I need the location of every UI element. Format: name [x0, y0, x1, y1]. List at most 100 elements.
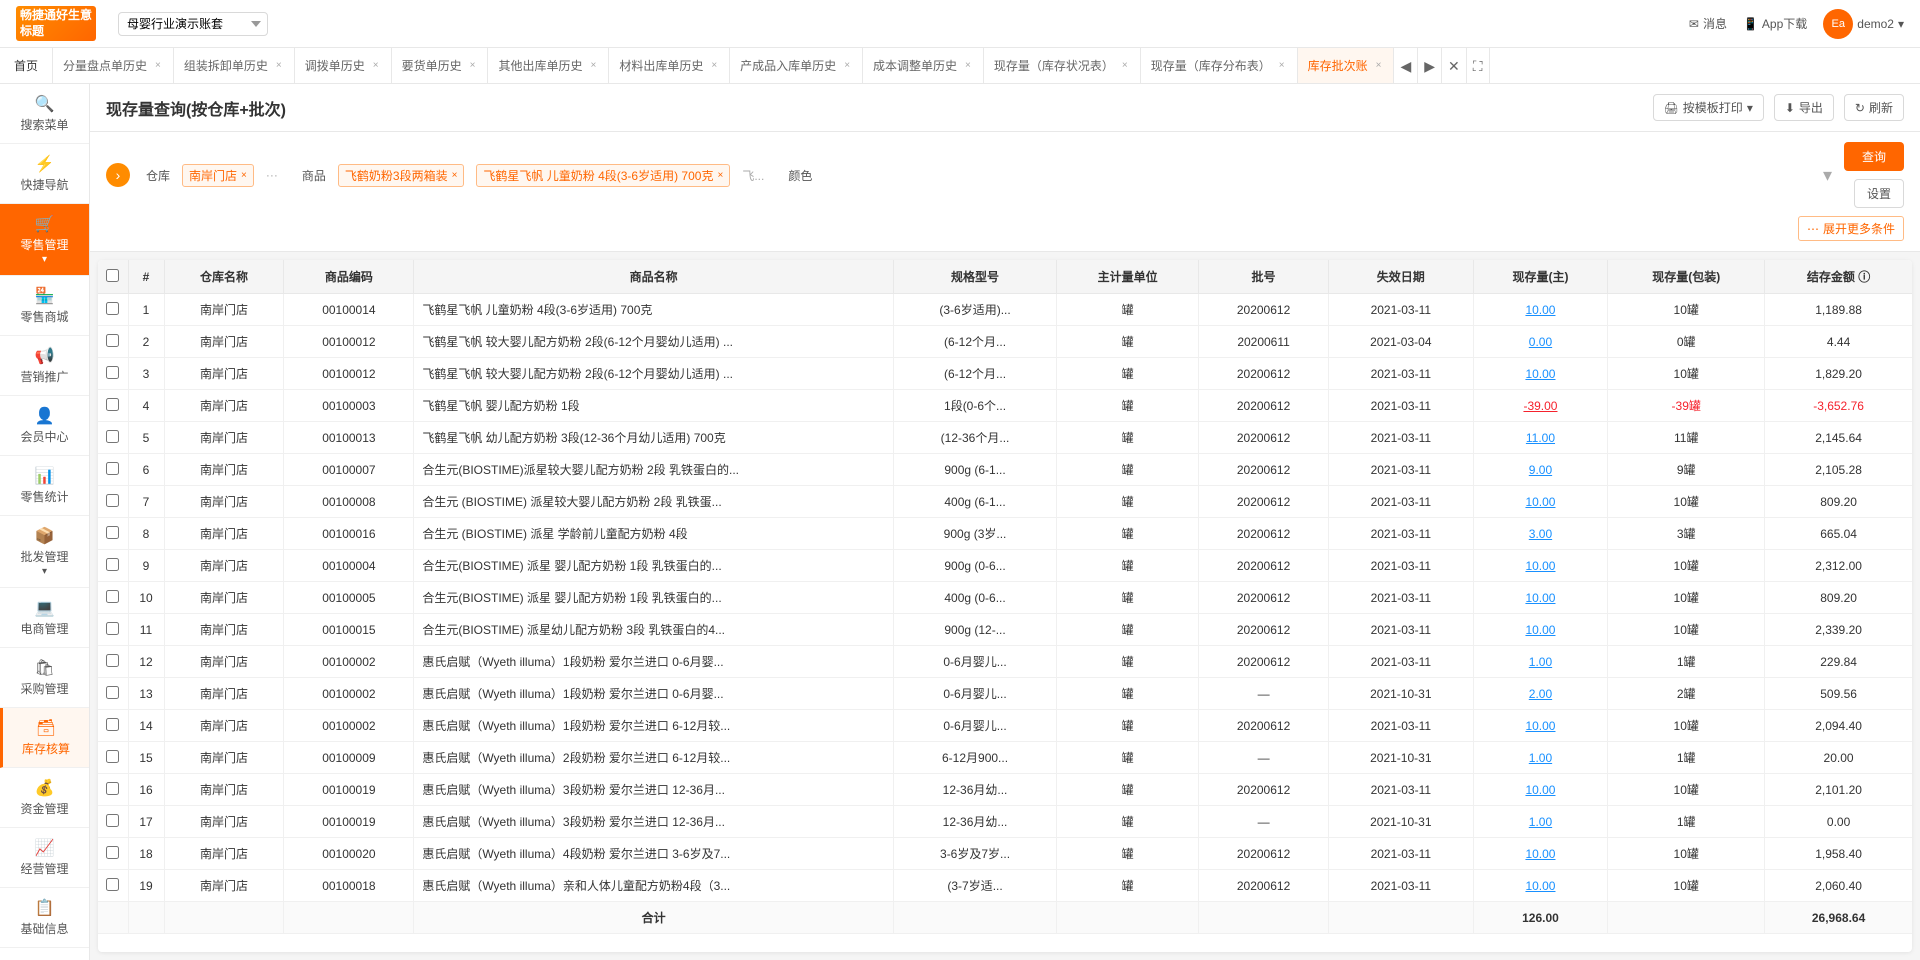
- row-checkbox-7[interactable]: [106, 526, 119, 539]
- row-checkbox-1[interactable]: [106, 334, 119, 347]
- tab-xczl-kczt[interactable]: 现存量（库存状况表） ×: [984, 48, 1141, 84]
- row-checkbox-12[interactable]: [106, 686, 119, 699]
- tab-xczl-kcfb[interactable]: 现存量（库存分布表） ×: [1141, 48, 1298, 84]
- sidebar-item-search[interactable]: 🔍 搜索菜单: [0, 84, 89, 144]
- sidebar-item-retail-mgmt[interactable]: 🛒 零售管理 ▾: [0, 204, 89, 276]
- product-filter-tag-2[interactable]: 飞鹤星飞帆 儿童奶粉 4段(3-6岁适用) 700克 ×: [476, 164, 730, 187]
- tab-qtck[interactable]: 其他出库单历史 ×: [488, 48, 609, 84]
- row-checkbox-17[interactable]: [106, 846, 119, 859]
- sidebar-item-ops[interactable]: 📈 经营管理: [0, 828, 89, 888]
- close-tab-yaohuo[interactable]: ×: [468, 48, 478, 84]
- row-qty[interactable]: 10.00: [1473, 710, 1608, 742]
- export-btn[interactable]: ⬇ 导出: [1774, 94, 1834, 121]
- row-qty[interactable]: 1.00: [1473, 742, 1608, 774]
- expand-conditions-btn[interactable]: ⋯ 展开更多条件: [1798, 216, 1904, 241]
- warehouse-filter-tag[interactable]: 南岸门店 ×: [182, 164, 254, 187]
- color-dropdown-icon[interactable]: ▾: [1823, 165, 1832, 186]
- close-tab-clck[interactable]: ×: [709, 48, 719, 84]
- close-tab-xczl-kczt[interactable]: ×: [1120, 48, 1130, 84]
- row-qty[interactable]: 1.00: [1473, 646, 1608, 678]
- row-qty[interactable]: 10.00: [1473, 614, 1608, 646]
- sidebar-item-marketing[interactable]: 📢 营销推广: [0, 336, 89, 396]
- row-checkbox-2[interactable]: [106, 366, 119, 379]
- sidebar-item-member[interactable]: 👤 会员中心: [0, 396, 89, 456]
- row-checkbox-15[interactable]: [106, 782, 119, 795]
- row-checkbox-11[interactable]: [106, 654, 119, 667]
- close-tab-zuzhuang[interactable]: ×: [274, 48, 284, 84]
- tab-clck[interactable]: 材料出库单历史 ×: [609, 48, 730, 84]
- product-filter-tag-1[interactable]: 飞鹤奶粉3段两箱装 ×: [338, 164, 465, 187]
- row-qty[interactable]: 10.00: [1473, 870, 1608, 902]
- row-qty[interactable]: -39.00: [1473, 390, 1608, 422]
- sidebar-item-finance[interactable]: 💰 资金管理: [0, 768, 89, 828]
- close-tab-ccrk[interactable]: ×: [842, 48, 852, 84]
- row-qty[interactable]: 10.00: [1473, 774, 1608, 806]
- warehouse-ellipsis[interactable]: ···: [266, 168, 278, 182]
- row-qty[interactable]: 10.00: [1473, 294, 1608, 326]
- user-avatar[interactable]: Ea demo2 ▾: [1823, 9, 1904, 39]
- row-qty[interactable]: 9.00: [1473, 454, 1608, 486]
- row-qty[interactable]: 10.00: [1473, 486, 1608, 518]
- sidebar-item-retail-shop[interactable]: 🏪 零售商城: [0, 276, 89, 336]
- tab-kcpczh[interactable]: 库存批次账 ×: [1298, 48, 1395, 84]
- tab-zuzhuang[interactable]: 组装拆卸单历史 ×: [174, 48, 295, 84]
- sidebar-item-retail-stat[interactable]: 📊 零售统计: [0, 456, 89, 516]
- sidebar-item-ecom[interactable]: 💻 电商管理: [0, 588, 89, 648]
- toggle-filter-btn[interactable]: ›: [106, 163, 130, 187]
- row-checkbox-13[interactable]: [106, 718, 119, 731]
- row-qty[interactable]: 1.00: [1473, 806, 1608, 838]
- sidebar-item-purchase[interactable]: 🛍 采购管理: [0, 648, 89, 708]
- tab-maximize-btn[interactable]: ⛶: [1467, 48, 1490, 84]
- close-tab-kcpczh[interactable]: ×: [1374, 48, 1384, 84]
- select-all-checkbox[interactable]: [106, 269, 119, 282]
- tab-close-btn[interactable]: ✕: [1442, 48, 1467, 84]
- remove-product-tag-2[interactable]: ×: [717, 170, 723, 181]
- print-btn[interactable]: 🖨 按模板打印 ▾: [1653, 94, 1764, 121]
- product-ellipsis[interactable]: 飞...: [742, 167, 764, 184]
- row-qty[interactable]: 11.00: [1473, 422, 1608, 454]
- tab-fenpan[interactable]: 分量盘点单历史 ×: [53, 48, 174, 84]
- row-qty[interactable]: 2.00: [1473, 678, 1608, 710]
- row-checkbox-18[interactable]: [106, 878, 119, 891]
- row-qty[interactable]: 10.00: [1473, 838, 1608, 870]
- row-checkbox-10[interactable]: [106, 622, 119, 635]
- app-download-btn[interactable]: 📱 App下载: [1743, 15, 1807, 32]
- row-checkbox-3[interactable]: [106, 398, 119, 411]
- row-qty[interactable]: 10.00: [1473, 358, 1608, 390]
- row-qty[interactable]: 10.00: [1473, 582, 1608, 614]
- sidebar-item-system[interactable]: ⚙ 系统管理: [0, 948, 89, 960]
- row-checkbox-9[interactable]: [106, 590, 119, 603]
- sidebar-item-wholesale[interactable]: 📦 批发管理 ▾: [0, 516, 89, 588]
- row-qty[interactable]: 3.00: [1473, 518, 1608, 550]
- row-qty[interactable]: 0.00: [1473, 326, 1608, 358]
- settings-btn[interactable]: 设置: [1854, 179, 1904, 208]
- tab-diaob[interactable]: 调拨单历史 ×: [295, 48, 392, 84]
- row-checkbox-0[interactable]: [106, 302, 119, 315]
- tab-next-btn[interactable]: ▶: [1418, 48, 1442, 84]
- tab-prev-btn[interactable]: ◀: [1394, 48, 1418, 84]
- message-btn[interactable]: ✉ 消息: [1689, 15, 1727, 32]
- close-tab-xczl-kcfb[interactable]: ×: [1277, 48, 1287, 84]
- close-tab-diaob[interactable]: ×: [371, 48, 381, 84]
- account-dropdown[interactable]: 母婴行业演示账套: [118, 12, 268, 36]
- row-checkbox-16[interactable]: [106, 814, 119, 827]
- refresh-btn[interactable]: ↻ 刷新: [1844, 94, 1904, 121]
- row-checkbox-4[interactable]: [106, 430, 119, 443]
- tab-ccrk[interactable]: 产成品入库单历史 ×: [730, 48, 863, 84]
- row-checkbox-14[interactable]: [106, 750, 119, 763]
- row-checkbox-8[interactable]: [106, 558, 119, 571]
- row-qty[interactable]: 10.00: [1473, 550, 1608, 582]
- query-btn[interactable]: 查询: [1844, 142, 1904, 171]
- close-tab-qtck[interactable]: ×: [588, 48, 598, 84]
- sidebar-item-quicknav[interactable]: ⚡ 快捷导航: [0, 144, 89, 204]
- sidebar-item-inventory[interactable]: 🗃 库存核算: [0, 708, 89, 768]
- close-tab-fenpan[interactable]: ×: [153, 48, 163, 84]
- tab-yaohuo[interactable]: 要货单历史 ×: [392, 48, 489, 84]
- row-checkbox-5[interactable]: [106, 462, 119, 475]
- remove-warehouse-tag[interactable]: ×: [241, 170, 247, 181]
- remove-product-tag-1[interactable]: ×: [452, 170, 458, 181]
- row-checkbox-6[interactable]: [106, 494, 119, 507]
- tab-cbtz[interactable]: 成本调整单历史 ×: [863, 48, 984, 84]
- close-tab-cbtz[interactable]: ×: [963, 48, 973, 84]
- tab-home[interactable]: 首页: [0, 48, 53, 84]
